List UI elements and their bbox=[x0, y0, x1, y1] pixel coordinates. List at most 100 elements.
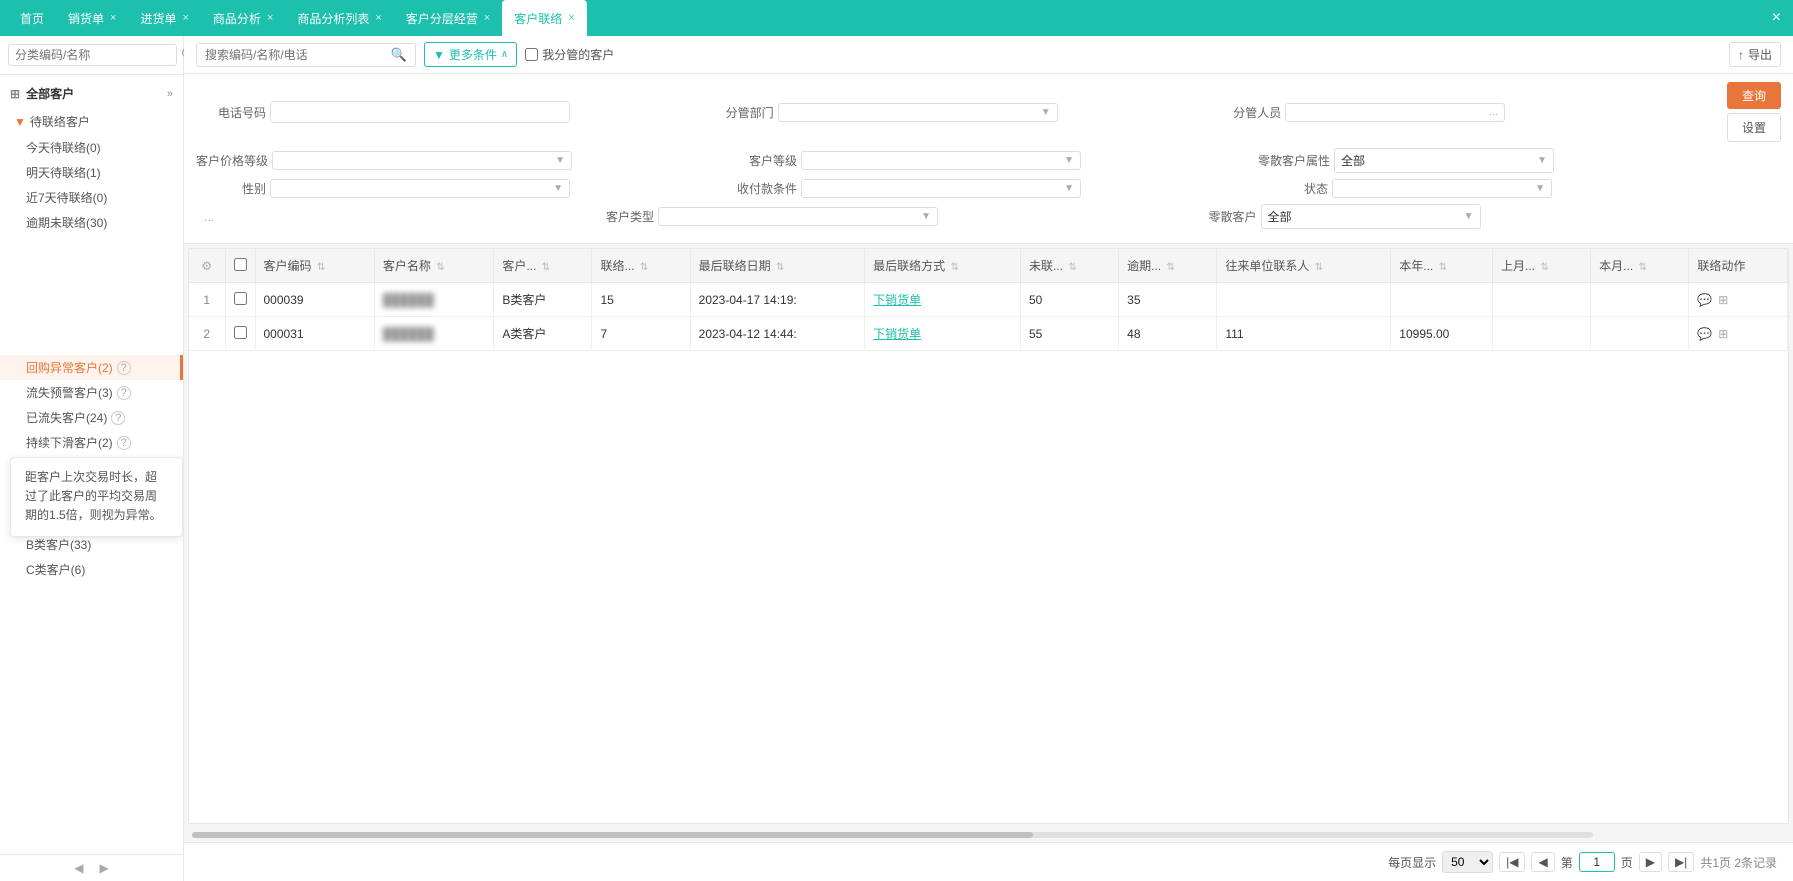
unit-contact-sort-icon[interactable]: ⇅ bbox=[1315, 262, 1323, 273]
filter-payment-select[interactable]: ▼ bbox=[801, 179, 1081, 198]
row1-select-checkbox[interactable] bbox=[234, 292, 247, 305]
sidebar-item-today[interactable]: 今天待联络(0) bbox=[0, 135, 183, 160]
filter-branch-dept-select[interactable]: ▼ bbox=[778, 103, 1058, 122]
row1-unit-contact bbox=[1217, 283, 1391, 317]
sidebar-item-tomorrow[interactable]: 明天待联络(1) bbox=[0, 160, 183, 185]
select-all-checkbox[interactable] bbox=[234, 258, 247, 271]
row2-grid-icon[interactable]: ⊞ bbox=[1718, 327, 1728, 341]
close-customer-segment-tab[interactable]: × bbox=[484, 12, 490, 24]
tab-product-analysis-list[interactable]: 商品分析列表 × bbox=[285, 0, 393, 36]
contact-count-sort-icon[interactable]: ⇅ bbox=[640, 262, 648, 273]
search-input[interactable] bbox=[205, 48, 391, 62]
filter-retail-customer-select[interactable]: 全部 ▼ bbox=[1261, 204, 1481, 229]
tab-home[interactable]: 首页 bbox=[8, 0, 56, 36]
filter-gender-select[interactable]: ▼ bbox=[270, 179, 570, 198]
tab-sales-order[interactable]: 销货单 × bbox=[56, 0, 128, 36]
sidebar-item-repeat-buy-abnormal[interactable]: 回购异常客户(2) ? bbox=[0, 355, 183, 380]
row2-select-checkbox[interactable] bbox=[234, 326, 247, 339]
filter-status-select[interactable]: ▼ bbox=[1332, 179, 1552, 198]
sidebar: 🔍 ⊞ 全部客户 » ▼ 待联络客户 今天待联络(0) 明天待联络(1) 近7天… bbox=[0, 36, 184, 881]
row1-grid-icon[interactable]: ⊞ bbox=[1718, 293, 1728, 307]
sidebar-item-7days[interactable]: 近7天待联络(0) bbox=[0, 185, 183, 210]
tab-product-analysis[interactable]: 商品分析 × bbox=[201, 0, 285, 36]
col-checkbox[interactable] bbox=[225, 249, 255, 283]
filter-retail-attr-select[interactable]: 全部 ▼ bbox=[1334, 148, 1554, 173]
search-input-icon[interactable]: 🔍 bbox=[391, 47, 407, 63]
sidebar-bottom-left-icon[interactable]: ◀ bbox=[74, 861, 83, 875]
close-sales-order-tab[interactable]: × bbox=[110, 12, 116, 24]
retail-customer-chevron-icon: ▼ bbox=[1464, 211, 1474, 222]
sidebar-all-customers[interactable]: ⊞ 全部客户 » bbox=[0, 79, 183, 108]
row1-contact: 15 bbox=[592, 283, 690, 317]
table-header-row: ⚙ 客户编码 ⇅ 客户名称 ⇅ bbox=[189, 249, 1788, 283]
prev-page-button[interactable]: ◀ bbox=[1531, 852, 1554, 872]
customer-code-sort-icon[interactable]: ⇅ bbox=[317, 262, 325, 273]
this-month-sort-icon[interactable]: ⇅ bbox=[1639, 262, 1647, 273]
customer-type-sort-icon[interactable]: ⇅ bbox=[542, 262, 550, 273]
row2-checkbox[interactable] bbox=[225, 317, 255, 351]
tab-purchase-order[interactable]: 进货单 × bbox=[128, 0, 200, 36]
total-info: 共1页 2条记录 bbox=[1700, 854, 1777, 871]
next-page-button[interactable]: ▶ bbox=[1639, 852, 1662, 872]
filter-customer-level-select[interactable]: ▼ bbox=[801, 151, 1081, 170]
filter-phone-input[interactable] bbox=[270, 101, 570, 123]
row1-last-contact-way[interactable]: 下销货单 bbox=[865, 283, 1021, 317]
sidebar-item-overdue[interactable]: 逾期未联络(30) bbox=[0, 210, 183, 235]
last-contact-date-sort-icon[interactable]: ⇅ bbox=[776, 262, 784, 273]
filter-retail-attr: 零散客户属性 全部 ▼ bbox=[1258, 148, 1781, 173]
scroll-thumb[interactable] bbox=[192, 832, 1033, 838]
export-button[interactable]: ↑ 导出 bbox=[1729, 42, 1781, 67]
row1-this-year bbox=[1391, 283, 1493, 317]
filter-customer-price-select[interactable]: ▼ bbox=[272, 151, 572, 170]
horizontal-scrollbar[interactable] bbox=[184, 828, 1793, 842]
expand-icon: ⊞ bbox=[10, 87, 20, 101]
filter-customer-type-select[interactable]: ▼ bbox=[658, 207, 938, 226]
sidebar-item-declining[interactable]: 持续下滑客户(2) ? bbox=[0, 430, 183, 455]
close-product-list-tab[interactable]: × bbox=[375, 12, 381, 24]
tab-customer-segment[interactable]: 客户分层经营 × bbox=[394, 0, 502, 36]
tab-customer-contact[interactable]: 客户联络 × bbox=[502, 0, 586, 36]
row1-checkbox[interactable] bbox=[225, 283, 255, 317]
window-close-button[interactable]: × bbox=[1772, 9, 1781, 27]
gender-chevron-icon: ▼ bbox=[553, 183, 563, 194]
sidebar-item-c-class[interactable]: C类客户(6) bbox=[0, 557, 183, 582]
close-product-analysis-tab[interactable]: × bbox=[267, 12, 273, 24]
row1-chat-icon[interactable]: 💬 bbox=[1697, 293, 1712, 307]
filter-customer-level: 客户等级 ▼ bbox=[727, 151, 1250, 170]
row2-overdue: 48 bbox=[1119, 317, 1217, 351]
last-contact-way-sort-icon[interactable]: ⇅ bbox=[951, 262, 959, 273]
sidebar-item-lost-preview[interactable]: 流失预警客户(3) ? bbox=[0, 380, 183, 405]
my-customers-check-input[interactable] bbox=[525, 48, 538, 61]
close-purchase-tab[interactable]: × bbox=[182, 12, 188, 24]
last-page-button[interactable]: ▶| bbox=[1668, 852, 1694, 872]
unread-sort-icon[interactable]: ⇅ bbox=[1068, 262, 1076, 273]
per-page-select[interactable]: 50 20 100 200 bbox=[1442, 851, 1493, 873]
scroll-track[interactable] bbox=[192, 832, 1593, 838]
setting-button[interactable]: 设置 bbox=[1727, 113, 1781, 142]
sidebar-bottom-right-icon[interactable]: ▶ bbox=[100, 861, 109, 875]
collapse-arrow[interactable]: » bbox=[167, 88, 173, 100]
sidebar-pending-contact-group[interactable]: ▼ 待联络客户 bbox=[0, 108, 183, 135]
row2-chat-icon[interactable]: 💬 bbox=[1697, 327, 1712, 341]
sidebar-search-input[interactable] bbox=[8, 44, 177, 66]
pagination: 每页显示 50 20 100 200 |◀ ◀ 第 页 ▶ ▶| 共1页 2条记… bbox=[184, 842, 1793, 881]
filter-branch-person-select[interactable]: … bbox=[1285, 103, 1505, 122]
row2-this-year: 10995.00 bbox=[1391, 317, 1493, 351]
query-button[interactable]: 查询 bbox=[1727, 82, 1781, 109]
last-month-sort-icon[interactable]: ⇅ bbox=[1540, 262, 1548, 273]
filter-status: 状态 ▼ bbox=[1258, 179, 1781, 198]
more-conditions-button[interactable]: ▼ 更多条件 ∧ bbox=[424, 42, 517, 67]
filter-icon: ▼ bbox=[433, 48, 445, 62]
row2-last-contact-way[interactable]: 下销货单 bbox=[865, 317, 1021, 351]
first-page-button[interactable]: |◀ bbox=[1499, 852, 1525, 872]
close-customer-contact-tab[interactable]: × bbox=[568, 12, 574, 24]
this-year-sort-icon[interactable]: ⇅ bbox=[1439, 262, 1447, 273]
customer-name-sort-icon[interactable]: ⇅ bbox=[436, 262, 444, 273]
table-settings-icon[interactable]: ⚙ bbox=[201, 259, 212, 273]
row1-this-month bbox=[1591, 283, 1689, 317]
sidebar-item-already-lost[interactable]: 已流失客户(24) ? bbox=[0, 405, 183, 430]
content-area: 🔍 ▼ 更多条件 ∧ 我分管的客户 ↑ 导出 电话号码 bbox=[184, 36, 1793, 881]
my-customers-checkbox[interactable]: 我分管的客户 bbox=[525, 46, 614, 63]
page-number-input[interactable] bbox=[1579, 852, 1615, 872]
overdue-sort-icon[interactable]: ⇅ bbox=[1167, 262, 1175, 273]
